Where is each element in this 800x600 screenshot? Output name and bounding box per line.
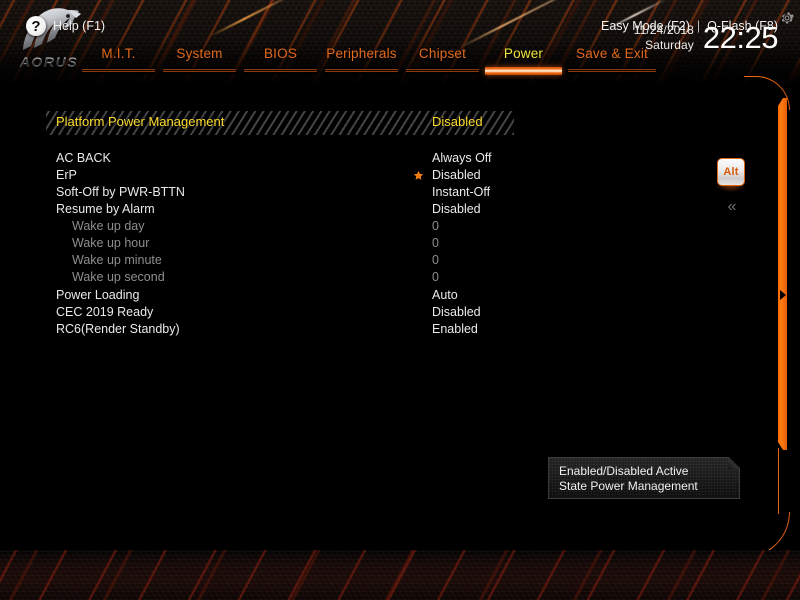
setting-row-wake-up-day: Wake up day 0: [0, 219, 800, 236]
tab-power[interactable]: Power: [483, 44, 564, 84]
scrollbar-arrow-icon: [780, 290, 786, 300]
setting-value: 0: [432, 219, 439, 233]
header-streak-decoration: [209, 0, 287, 38]
setting-value: 0: [432, 253, 439, 267]
question-mark-icon[interactable]: ?: [26, 16, 46, 36]
setting-row-wake-up-second: Wake up second 0: [0, 270, 800, 287]
setting-value: 0: [432, 236, 439, 250]
tab-label: Chipset: [418, 46, 467, 61]
edge-line-decoration: [777, 448, 779, 514]
setting-value: Enabled: [432, 322, 478, 336]
footer-bar: [0, 550, 800, 600]
tab-label: BIOS: [263, 46, 298, 61]
setting-row-power-loading[interactable]: Power Loading Auto: [0, 288, 800, 305]
setting-value: Disabled: [432, 168, 481, 182]
footer-shortcuts: Easy Mode (F2) | Q-Flash (F8): [601, 19, 778, 33]
selected-setting-label: Platform Power Management: [56, 114, 225, 129]
question-mark-glyph: ?: [31, 17, 41, 35]
setting-label: Wake up day: [72, 219, 145, 233]
tab-label: Peripherals: [326, 46, 397, 61]
setting-label: Wake up second: [72, 270, 165, 284]
setting-value: Auto: [432, 288, 458, 302]
main-tab-bar: M.I.T. System BIOS Peripherals Chipset P…: [78, 44, 660, 84]
weekday-value: Saturday: [645, 37, 694, 52]
tab-chipset[interactable]: Chipset: [402, 44, 483, 84]
setting-row-ac-back[interactable]: AC BACK Always Off: [0, 151, 800, 168]
setting-row-resume-by-alarm[interactable]: Resume by Alarm Disabled: [0, 202, 800, 219]
setting-label: AC BACK: [56, 151, 111, 165]
tab-underline: [325, 68, 398, 74]
help-tooltip: Enabled/Disabled Active State Power Mana…: [548, 457, 740, 499]
setting-label: Soft-Off by PWR-BTTN: [56, 185, 185, 199]
setting-row-erp[interactable]: ErP Disabled: [0, 168, 800, 185]
tab-mit[interactable]: M.I.T.: [78, 44, 159, 84]
tab-underline: [406, 68, 479, 74]
easy-mode-button[interactable]: Easy Mode (F2): [601, 19, 690, 33]
tab-label: Power: [503, 46, 544, 61]
side-scrollbar[interactable]: [778, 98, 787, 450]
help-label[interactable]: Help (F1): [53, 19, 105, 33]
setting-value: Instant-Off: [432, 185, 491, 199]
tab-label: System: [176, 46, 223, 61]
setting-label: Wake up hour: [72, 236, 150, 250]
selected-setting-row[interactable]: Platform Power Management Disabled: [46, 111, 514, 135]
tab-system[interactable]: System: [159, 44, 240, 84]
tooltip-line-1: Enabled/Disabled Active: [559, 464, 689, 478]
gear-icon[interactable]: [779, 10, 795, 26]
tab-label: M.I.T.: [101, 46, 136, 61]
setting-row-rc6-render-standby[interactable]: RC6(Render Standby) Enabled: [0, 322, 800, 339]
tooltip-line-2: State Power Management: [559, 479, 698, 493]
tab-peripherals[interactable]: Peripherals: [321, 44, 402, 84]
star-icon: [413, 170, 424, 181]
setting-row-cec-2019-ready[interactable]: CEC 2019 Ready Disabled: [0, 305, 800, 322]
setting-label: CEC 2019 Ready: [56, 305, 154, 319]
tab-underline-active: [485, 67, 562, 75]
tab-underline: [163, 68, 236, 74]
chevron-double-left-icon[interactable]: «: [718, 198, 744, 216]
footer-separator: |: [696, 19, 701, 33]
alt-key-label: Alt: [723, 166, 739, 178]
setting-row-wake-up-minute: Wake up minute 0: [0, 253, 800, 270]
setting-label: Resume by Alarm: [56, 202, 155, 216]
q-flash-button[interactable]: Q-Flash (F8): [707, 19, 778, 33]
setting-row-wake-up-hour: Wake up hour 0: [0, 236, 800, 253]
header-streak-decoration: [458, 0, 566, 50]
setting-value: Disabled: [432, 305, 481, 319]
aorus-wordmark: AORUS: [14, 54, 84, 70]
tab-underline: [568, 68, 656, 74]
bios-screen: AORUS M.I.T. System BIOS Peripherals Chi…: [0, 0, 800, 600]
tab-underline: [82, 68, 155, 74]
setting-label: ErP: [56, 168, 77, 182]
tab-underline: [244, 68, 317, 74]
alt-key-button[interactable]: Alt: [717, 158, 745, 186]
setting-label: Power Loading: [56, 288, 140, 302]
setting-value: 0: [432, 270, 439, 284]
selected-setting-value: Disabled: [432, 114, 483, 129]
setting-row-soft-off-by-pwr-bttn[interactable]: Soft-Off by PWR-BTTN Instant-Off: [0, 185, 800, 202]
setting-label: RC6(Render Standby): [56, 322, 180, 336]
setting-value: Always Off: [432, 151, 492, 165]
tab-bios[interactable]: BIOS: [240, 44, 321, 84]
setting-value: Disabled: [432, 202, 481, 216]
setting-label: Wake up minute: [72, 253, 162, 267]
